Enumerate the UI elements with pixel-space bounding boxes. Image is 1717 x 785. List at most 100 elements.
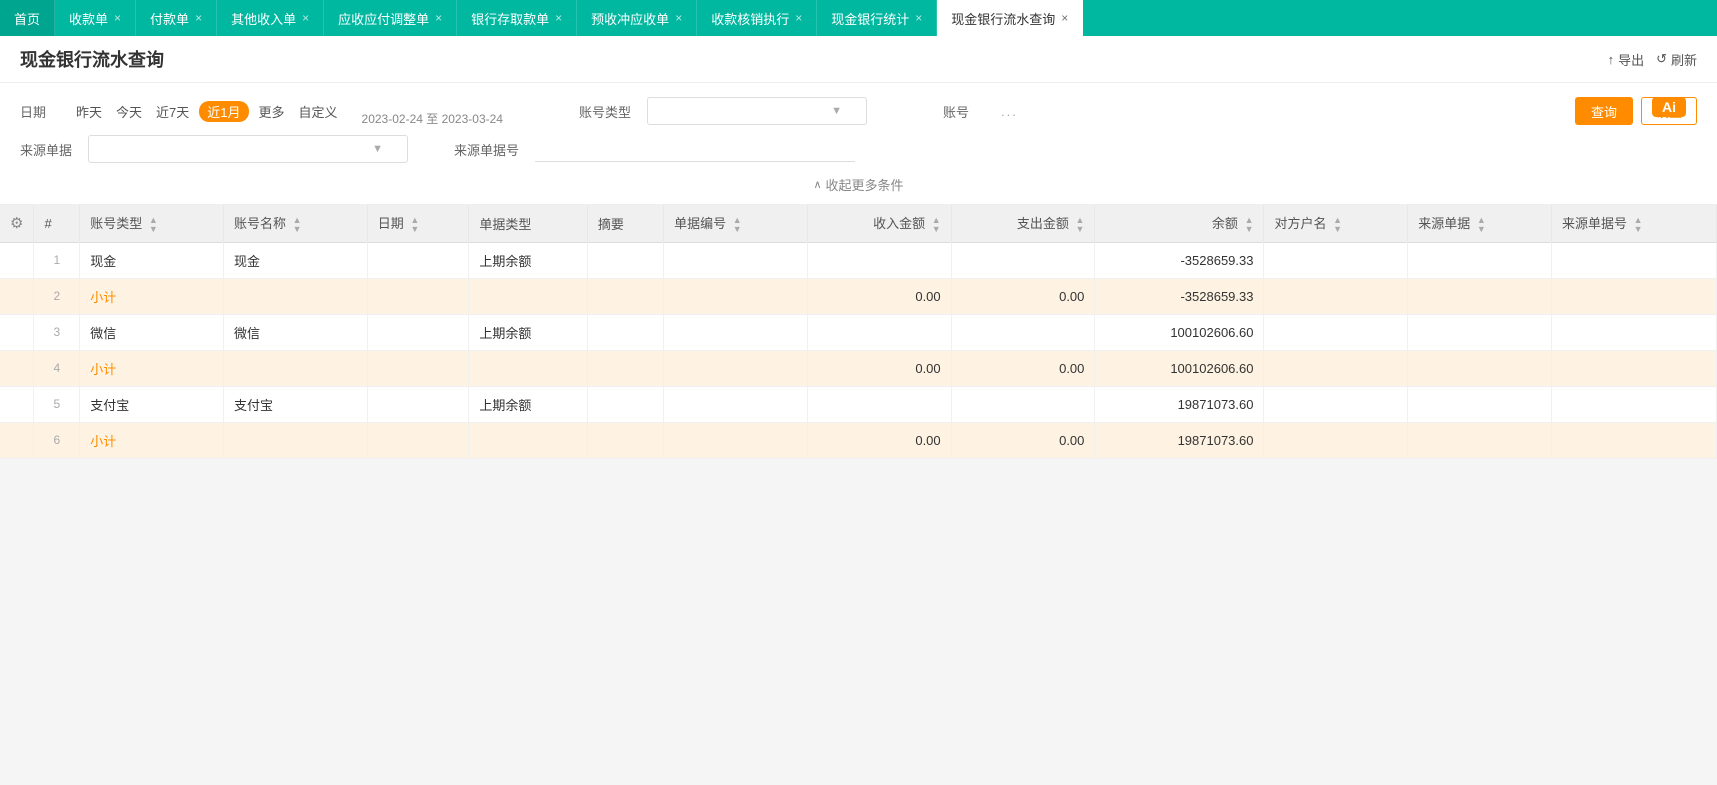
data-table-container: ⚙ # 账号类型 ▲▼ 账号名称 ▲▼ 日期 ▲▼ 单据类型: [0, 205, 1717, 459]
table-cell: [0, 278, 34, 314]
table-cell: [469, 350, 588, 386]
date-btn-7days[interactable]: 近7天: [152, 101, 193, 122]
close-icon[interactable]: ×: [675, 11, 682, 25]
table-cell: 100102606.60: [1095, 350, 1264, 386]
th-expense[interactable]: 支出金额 ▲▼: [951, 205, 1095, 242]
close-icon[interactable]: ×: [435, 11, 442, 25]
table-cell: [1408, 278, 1552, 314]
th-income[interactable]: 收入金额 ▲▼: [807, 205, 951, 242]
table-cell: [1408, 386, 1552, 422]
nav-item-9-active[interactable]: 现金银行流水查询 ×: [937, 0, 1083, 36]
table-cell: [664, 314, 808, 350]
table-cell: 4: [34, 350, 80, 386]
table-cell: [0, 314, 34, 350]
source-doc-no-input[interactable]: [535, 136, 855, 162]
th-index: #: [34, 205, 80, 242]
sort-icon: ▲▼: [1477, 216, 1486, 234]
nav-item-1[interactable]: 收款单 ×: [55, 0, 136, 36]
refresh-button[interactable]: ↺ 刷新: [1656, 50, 1697, 69]
table-cell: 0.00: [951, 278, 1095, 314]
table-cell: [807, 314, 951, 350]
table-cell: [0, 242, 34, 278]
sort-icon: ▲▼: [1245, 216, 1254, 234]
date-btn-today[interactable]: 今天: [112, 101, 146, 122]
date-btn-yesterday[interactable]: 昨天: [72, 101, 106, 122]
table-cell: [587, 314, 663, 350]
sort-icon: ▲▼: [932, 216, 941, 234]
table-cell: [664, 278, 808, 314]
nav-home[interactable]: 首页: [0, 0, 55, 36]
date-btn-1month[interactable]: 近1月: [199, 101, 248, 122]
table-cell: 1: [34, 242, 80, 278]
account-dots[interactable]: ...: [995, 104, 1024, 119]
header-actions: ↑ 导出 ↺ 刷新: [1608, 50, 1697, 69]
table-cell: [1408, 350, 1552, 386]
nav-item-7[interactable]: 收款核销执行 ×: [697, 0, 817, 36]
source-doc-no-label: 来源单据号: [454, 140, 519, 159]
table-cell: [469, 422, 588, 458]
ai-badge[interactable]: Ai: [1652, 97, 1686, 117]
table-cell: [224, 278, 368, 314]
table-cell: [224, 422, 368, 458]
th-date[interactable]: 日期 ▲▼: [367, 205, 469, 242]
export-button[interactable]: ↑ 导出: [1608, 50, 1645, 69]
th-balance[interactable]: 余额 ▲▼: [1095, 205, 1264, 242]
nav-item-3[interactable]: 其他收入单 ×: [217, 0, 324, 36]
nav-item-8[interactable]: 现金银行统计 ×: [817, 0, 937, 36]
th-account-name[interactable]: 账号名称 ▲▼: [224, 205, 368, 242]
close-icon[interactable]: ×: [1061, 11, 1068, 25]
close-icon[interactable]: ×: [195, 11, 202, 25]
table-cell: [951, 386, 1095, 422]
table-cell: [1408, 314, 1552, 350]
close-icon[interactable]: ×: [915, 11, 922, 25]
query-button[interactable]: 查询: [1575, 97, 1633, 125]
th-settings[interactable]: ⚙: [0, 205, 34, 242]
dropdown-icon-2: ▼: [372, 143, 383, 155]
table-cell: 19871073.60: [1095, 386, 1264, 422]
th-source-doc[interactable]: 来源单据 ▲▼: [1408, 205, 1552, 242]
th-counterpart[interactable]: 对方户名 ▲▼: [1264, 205, 1408, 242]
date-btn-custom[interactable]: 自定义: [295, 101, 342, 122]
table-cell: [587, 242, 663, 278]
sort-icon: ▲▼: [293, 216, 302, 234]
sort-icon: ▲▼: [149, 216, 158, 234]
source-doc-select[interactable]: ▼: [88, 135, 408, 163]
table-cell: [807, 386, 951, 422]
table-cell: -3528659.33: [1095, 278, 1264, 314]
th-doc-no[interactable]: 单据编号 ▲▼: [664, 205, 808, 242]
th-source-doc-no[interactable]: 来源单据号 ▲▼: [1551, 205, 1716, 242]
table-cell: [587, 278, 663, 314]
table-cell: [1264, 350, 1408, 386]
table-cell: 现金: [224, 242, 368, 278]
export-icon: ↑: [1608, 52, 1615, 67]
date-filter-buttons: 昨天 今天 近7天 近1月 更多 自定义: [72, 101, 342, 122]
table-cell: 0.00: [951, 350, 1095, 386]
table-cell: [367, 242, 469, 278]
table-cell: 上期余额: [469, 242, 588, 278]
nav-item-6[interactable]: 预收冲应收单 ×: [577, 0, 697, 36]
table-cell: 微信: [224, 314, 368, 350]
close-icon[interactable]: ×: [302, 11, 309, 25]
column-settings-icon[interactable]: ⚙: [10, 215, 23, 232]
close-icon[interactable]: ×: [114, 11, 121, 25]
table-cell: [1551, 242, 1716, 278]
table-body: 1现金现金上期余额-3528659.332小计0.000.00-3528659.…: [0, 242, 1717, 458]
nav-item-2[interactable]: 付款单 ×: [136, 0, 217, 36]
sort-icon: ▲▼: [733, 216, 742, 234]
nav-item-4[interactable]: 应收应付调整单 ×: [324, 0, 457, 36]
table-cell: [0, 386, 34, 422]
table-cell: [587, 350, 663, 386]
table-cell: 支付宝: [80, 386, 224, 422]
table-cell: [367, 314, 469, 350]
th-account-type[interactable]: 账号类型 ▲▼: [80, 205, 224, 242]
account-type-select[interactable]: ▼: [647, 97, 867, 125]
nav-item-5[interactable]: 银行存取款单 ×: [457, 0, 577, 36]
table-cell: 0.00: [951, 422, 1095, 458]
account-type-label: 账号类型: [579, 102, 631, 121]
close-icon[interactable]: ×: [555, 11, 562, 25]
close-icon[interactable]: ×: [795, 11, 802, 25]
collapse-button[interactable]: ∧ 收起更多条件: [20, 171, 1697, 194]
table-row: 6小计0.000.0019871073.60: [0, 422, 1717, 458]
table-cell: 5: [34, 386, 80, 422]
date-btn-more[interactable]: 更多: [255, 101, 289, 122]
